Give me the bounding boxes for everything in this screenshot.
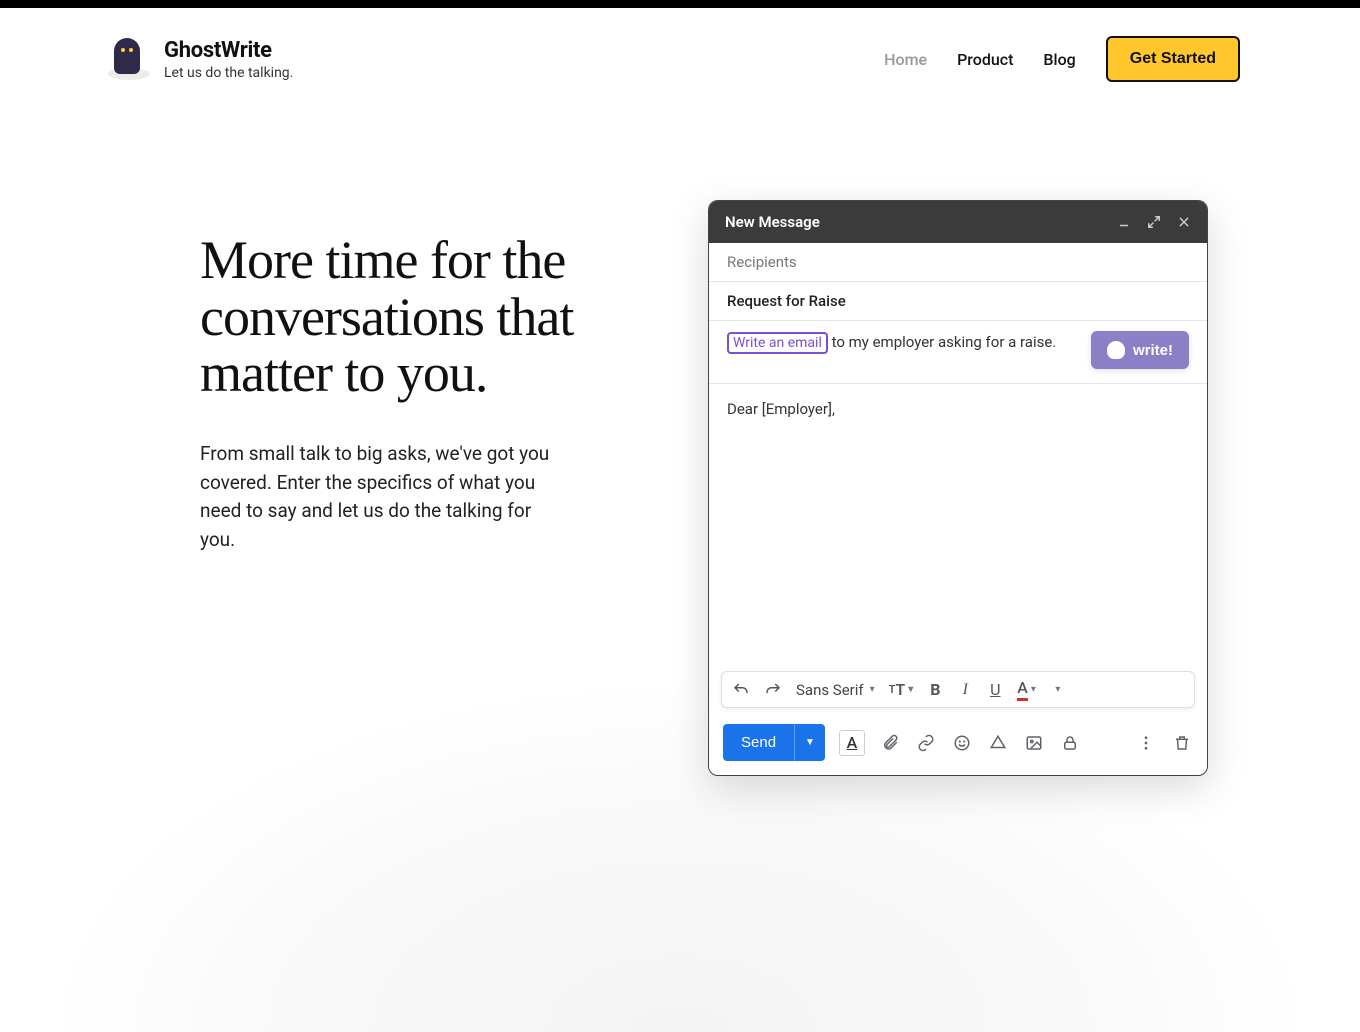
more-icon[interactable]: [1135, 732, 1157, 754]
hero-subtitle: From small talk to big asks, we've got y…: [200, 440, 570, 554]
ghost-logo-icon: [108, 38, 150, 80]
prompt-row: Write an email to my employer asking for…: [709, 321, 1207, 384]
nav-home[interactable]: Home: [884, 50, 927, 69]
send-dropdown-icon[interactable]: ▼: [794, 724, 825, 761]
hero-title: More time for the conversations that mat…: [200, 232, 670, 402]
recipients-label: Recipients: [727, 253, 797, 271]
write-button[interactable]: write!: [1091, 331, 1189, 369]
compose-titlebar: New Message: [709, 201, 1207, 243]
format-a-icon[interactable]: A: [839, 730, 865, 756]
subject-field[interactable]: Request for Raise: [709, 282, 1207, 321]
image-icon[interactable]: [1023, 732, 1045, 754]
expand-icon[interactable]: [1147, 215, 1161, 229]
minimize-icon[interactable]: [1117, 215, 1131, 229]
compose-body[interactable]: Dear [Employer],: [709, 384, 1207, 671]
text-size-icon[interactable]: TT▾: [889, 680, 914, 699]
send-button[interactable]: Send ▼: [723, 724, 825, 761]
formatting-toolbar: Sans Serif ▾ TT▾ B I U A▾ ▾: [721, 671, 1195, 708]
ghost-mini-icon: [1107, 341, 1125, 359]
get-started-button[interactable]: Get Started: [1106, 36, 1240, 82]
emoji-icon[interactable]: [951, 732, 973, 754]
brand[interactable]: GhostWrite Let us do the talking.: [108, 38, 293, 81]
send-button-label: Send: [723, 724, 794, 761]
recipients-field[interactable]: Recipients: [709, 243, 1207, 282]
prompt-chip: Write an email: [727, 332, 828, 354]
nav-product[interactable]: Product: [957, 50, 1013, 69]
write-button-label: write!: [1133, 342, 1173, 359]
underline-icon[interactable]: U: [987, 680, 1003, 699]
attachment-icon[interactable]: [879, 732, 901, 754]
redo-icon[interactable]: [764, 681, 782, 699]
prompt-text[interactable]: Write an email to my employer asking for…: [727, 331, 1081, 354]
font-family-select[interactable]: Sans Serif ▾: [796, 681, 875, 699]
font-family-label: Sans Serif: [796, 681, 864, 699]
compose-window: New Message Recipients Request for Raise…: [708, 200, 1208, 776]
bold-icon[interactable]: B: [927, 680, 943, 699]
subject-value: Request for Raise: [727, 292, 846, 310]
close-icon[interactable]: [1177, 215, 1191, 229]
link-icon[interactable]: [915, 732, 937, 754]
site-header: GhostWrite Let us do the talking. Home P…: [0, 8, 1360, 82]
drive-icon[interactable]: [987, 732, 1009, 754]
top-black-bar: [0, 0, 1360, 8]
body-text: Dear [Employer],: [727, 400, 835, 418]
chevron-down-icon: ▾: [870, 684, 875, 695]
send-toolbar: Send ▼ A: [709, 716, 1207, 775]
brand-tagline: Let us do the talking.: [164, 65, 293, 81]
compose-title: New Message: [725, 213, 820, 231]
italic-icon[interactable]: I: [957, 681, 973, 699]
text-color-icon[interactable]: A▾: [1017, 678, 1036, 701]
trash-icon[interactable]: [1171, 732, 1193, 754]
more-format-icon[interactable]: ▾: [1050, 684, 1066, 695]
prompt-rest: to my employer asking for a raise.: [828, 333, 1056, 351]
brand-name: GhostWrite: [164, 38, 293, 63]
nav-blog[interactable]: Blog: [1043, 50, 1075, 69]
undo-icon[interactable]: [732, 681, 750, 699]
confidential-icon[interactable]: [1059, 732, 1081, 754]
main-nav: Home Product Blog Get Started: [884, 36, 1240, 82]
